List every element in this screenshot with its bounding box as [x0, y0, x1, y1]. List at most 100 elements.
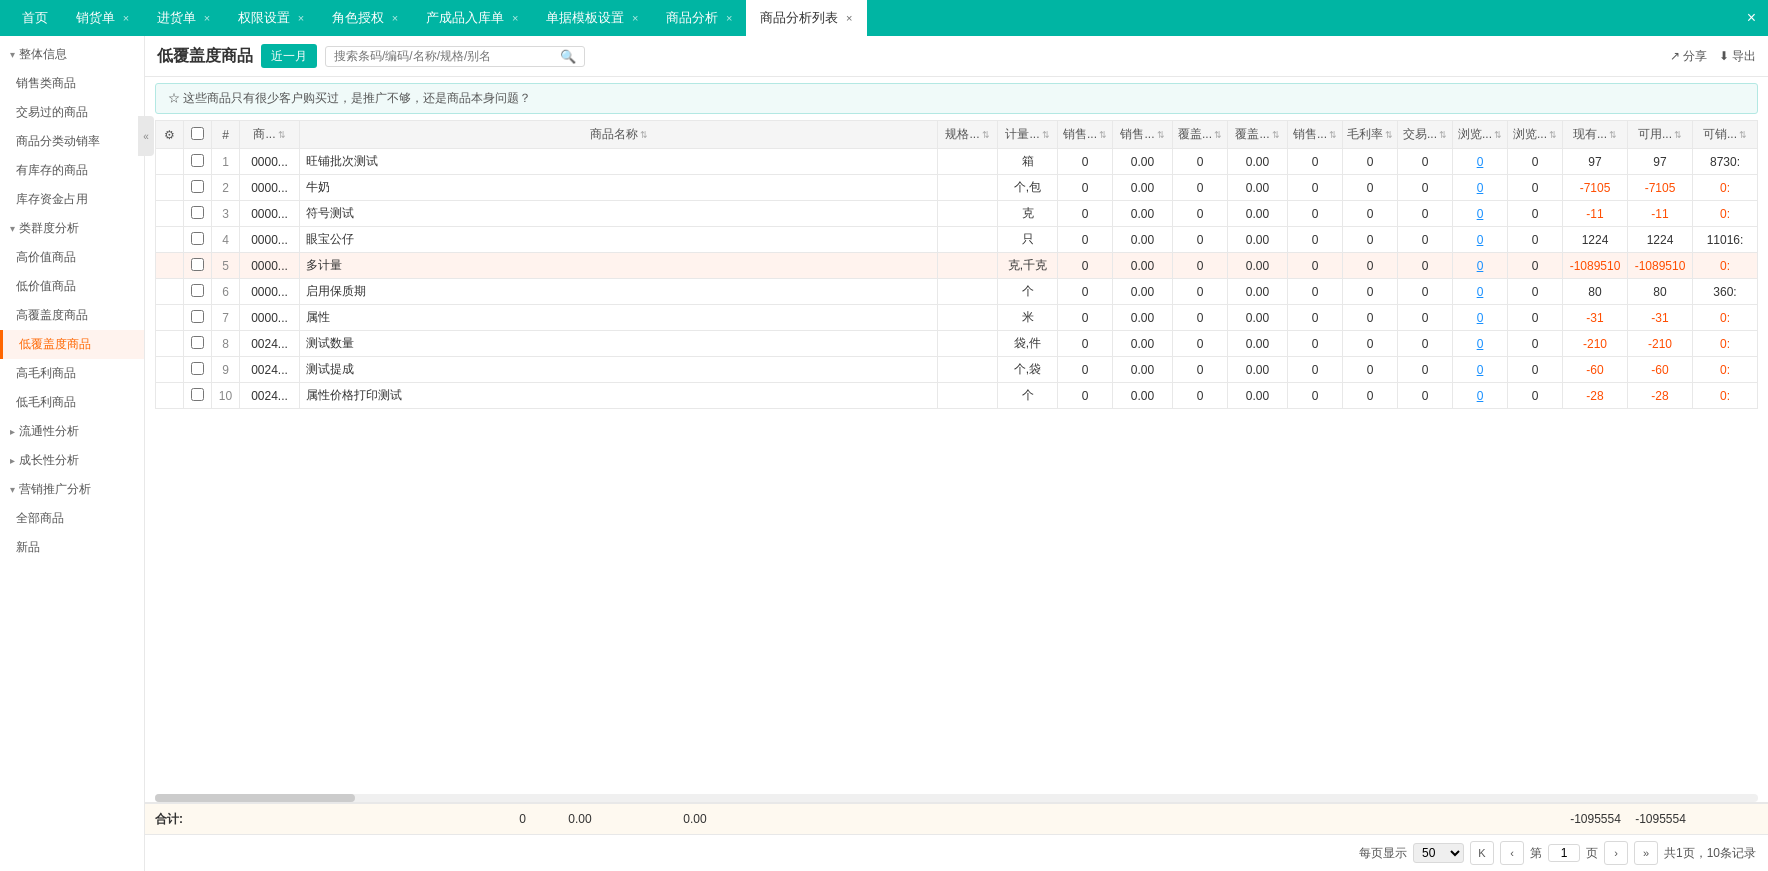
- sidebar-item-low-coverage[interactable]: 低覆盖度商品: [0, 330, 144, 359]
- nav-tab-home[interactable]: 首页: [8, 0, 62, 36]
- cell-browse-a[interactable]: 0: [1453, 279, 1508, 305]
- row-checkbox[interactable]: [191, 232, 204, 245]
- sidebar-section-marketing[interactable]: ▾ 营销推广分析: [0, 475, 144, 504]
- row-checkbox[interactable]: [191, 206, 204, 219]
- cell-browse-a[interactable]: 0: [1453, 175, 1508, 201]
- col-checkbox-all[interactable]: [184, 121, 212, 149]
- last-page-btn[interactable]: »: [1634, 841, 1658, 865]
- sidebar-item-sales-goods[interactable]: 销售类商品: [0, 69, 144, 98]
- cell-checkbox[interactable]: [184, 279, 212, 305]
- close-purchase-tab[interactable]: ×: [204, 12, 210, 24]
- next-page-btn[interactable]: ›: [1604, 841, 1628, 865]
- cell-browse-a[interactable]: 0: [1453, 253, 1508, 279]
- sidebar-section-group[interactable]: ▾ 类群度分析: [0, 214, 144, 243]
- select-all-checkbox[interactable]: [191, 127, 204, 140]
- cell-checkbox[interactable]: [184, 227, 212, 253]
- cell-browse-a[interactable]: 0: [1453, 305, 1508, 331]
- row-checkbox[interactable]: [191, 284, 204, 297]
- close-sales-tab[interactable]: ×: [123, 12, 129, 24]
- sidebar-item-traded-goods[interactable]: 交易过的商品: [0, 98, 144, 127]
- cell-browse-a[interactable]: 0: [1453, 227, 1508, 253]
- sidebar-item-category-rate[interactable]: 商品分类动销率: [0, 127, 144, 156]
- nav-tab-analysis[interactable]: 商品分析 ×: [652, 0, 746, 36]
- col-sales-amt[interactable]: 销售...⇅: [1113, 121, 1173, 149]
- scrollbar-thumb[interactable]: [155, 794, 355, 802]
- cell-checkbox[interactable]: [184, 253, 212, 279]
- col-trade[interactable]: 交易...⇅: [1398, 121, 1453, 149]
- share-icon: ↗: [1670, 49, 1680, 63]
- col-cover-a[interactable]: 覆盖...⇅: [1173, 121, 1228, 149]
- col-sales-qty[interactable]: 销售...⇅: [1058, 121, 1113, 149]
- close-permission-tab[interactable]: ×: [298, 12, 304, 24]
- row-checkbox[interactable]: [191, 362, 204, 375]
- sidebar-item-stock-goods[interactable]: 有库存的商品: [0, 156, 144, 185]
- col-name[interactable]: 商品名称⇅: [300, 121, 938, 149]
- sidebar-item-high-value[interactable]: 高价值商品: [0, 243, 144, 272]
- sidebar-collapse-btn[interactable]: «: [138, 116, 154, 156]
- cell-checkbox[interactable]: [184, 331, 212, 357]
- row-checkbox[interactable]: [191, 336, 204, 349]
- cell-checkbox[interactable]: [184, 149, 212, 175]
- filter-period-btn[interactable]: 近一月: [261, 44, 317, 68]
- cell-checkbox[interactable]: [184, 175, 212, 201]
- nav-tab-role[interactable]: 角色授权 ×: [318, 0, 412, 36]
- row-checkbox[interactable]: [191, 154, 204, 167]
- col-cover-b[interactable]: 覆盖...⇅: [1228, 121, 1288, 149]
- prev-page-btn[interactable]: ‹: [1500, 841, 1524, 865]
- sidebar-section-growth[interactable]: ▸ 成长性分析: [0, 446, 144, 475]
- col-browse-a[interactable]: 浏览...⇅: [1453, 121, 1508, 149]
- close-analysis-list-tab[interactable]: ×: [846, 12, 852, 24]
- sidebar-item-low-value[interactable]: 低价值商品: [0, 272, 144, 301]
- cell-checkbox[interactable]: [184, 201, 212, 227]
- nav-tab-template[interactable]: 单据模板设置 ×: [532, 0, 652, 36]
- col-current[interactable]: 现有...⇅: [1563, 121, 1628, 149]
- nav-tab-production[interactable]: 产成品入库单 ×: [412, 0, 532, 36]
- cell-checkbox[interactable]: [184, 357, 212, 383]
- col-code[interactable]: 商...⇅: [240, 121, 300, 149]
- nav-tab-purchase[interactable]: 进货单 ×: [143, 0, 224, 36]
- row-checkbox[interactable]: [191, 388, 204, 401]
- sidebar-item-stock-capital[interactable]: 库存资金占用: [0, 185, 144, 214]
- sidebar-section-circulation[interactable]: ▸ 流通性分析: [0, 417, 144, 446]
- search-icon[interactable]: 🔍: [560, 49, 576, 64]
- page-size-select[interactable]: 50 100 200: [1413, 843, 1464, 863]
- horizontal-scrollbar[interactable]: [155, 794, 1758, 802]
- cell-browse-a[interactable]: 0: [1453, 149, 1508, 175]
- nav-tab-analysis-list[interactable]: 商品分析列表 ×: [746, 0, 866, 36]
- nav-tab-permission[interactable]: 权限设置 ×: [224, 0, 318, 36]
- sidebar-item-new-goods[interactable]: 新品: [0, 533, 144, 562]
- share-btn[interactable]: ↗ 分享: [1670, 48, 1707, 65]
- sidebar-item-all-goods[interactable]: 全部商品: [0, 504, 144, 533]
- row-checkbox[interactable]: [191, 180, 204, 193]
- row-checkbox[interactable]: [191, 258, 204, 271]
- nav-tab-sales[interactable]: 销货单 ×: [62, 0, 143, 36]
- search-input[interactable]: [334, 49, 560, 63]
- export-btn[interactable]: ⬇ 导出: [1719, 48, 1756, 65]
- col-sellable[interactable]: 可销...⇅: [1693, 121, 1758, 149]
- close-window-btn[interactable]: ×: [1747, 9, 1756, 27]
- cell-browse-a[interactable]: 0: [1453, 357, 1508, 383]
- sidebar-item-high-coverage[interactable]: 高覆盖度商品: [0, 301, 144, 330]
- col-gross-rate[interactable]: 毛利率⇅: [1343, 121, 1398, 149]
- col-available[interactable]: 可用...⇅: [1628, 121, 1693, 149]
- col-unit[interactable]: 计量...⇅: [998, 121, 1058, 149]
- sidebar-item-low-profit[interactable]: 低毛利商品: [0, 388, 144, 417]
- sidebar-item-high-profit[interactable]: 高毛利商品: [0, 359, 144, 388]
- close-template-tab[interactable]: ×: [632, 12, 638, 24]
- cell-browse-a[interactable]: 0: [1453, 331, 1508, 357]
- cell-checkbox[interactable]: [184, 305, 212, 331]
- close-analysis-tab[interactable]: ×: [726, 12, 732, 24]
- first-page-btn[interactable]: K: [1470, 841, 1494, 865]
- cell-checkbox[interactable]: [184, 383, 212, 409]
- close-production-tab[interactable]: ×: [512, 12, 518, 24]
- col-spec[interactable]: 规格...⇅: [938, 121, 998, 149]
- close-role-tab[interactable]: ×: [392, 12, 398, 24]
- col-browse-b[interactable]: 浏览...⇅: [1508, 121, 1563, 149]
- col-settings[interactable]: ⚙: [156, 121, 184, 149]
- row-checkbox[interactable]: [191, 310, 204, 323]
- page-number-input[interactable]: [1548, 844, 1580, 862]
- sidebar-section-overall[interactable]: ▾ 整体信息: [0, 40, 144, 69]
- cell-browse-a[interactable]: 0: [1453, 201, 1508, 227]
- col-sales-c[interactable]: 销售...⇅: [1288, 121, 1343, 149]
- cell-browse-a[interactable]: 0: [1453, 383, 1508, 409]
